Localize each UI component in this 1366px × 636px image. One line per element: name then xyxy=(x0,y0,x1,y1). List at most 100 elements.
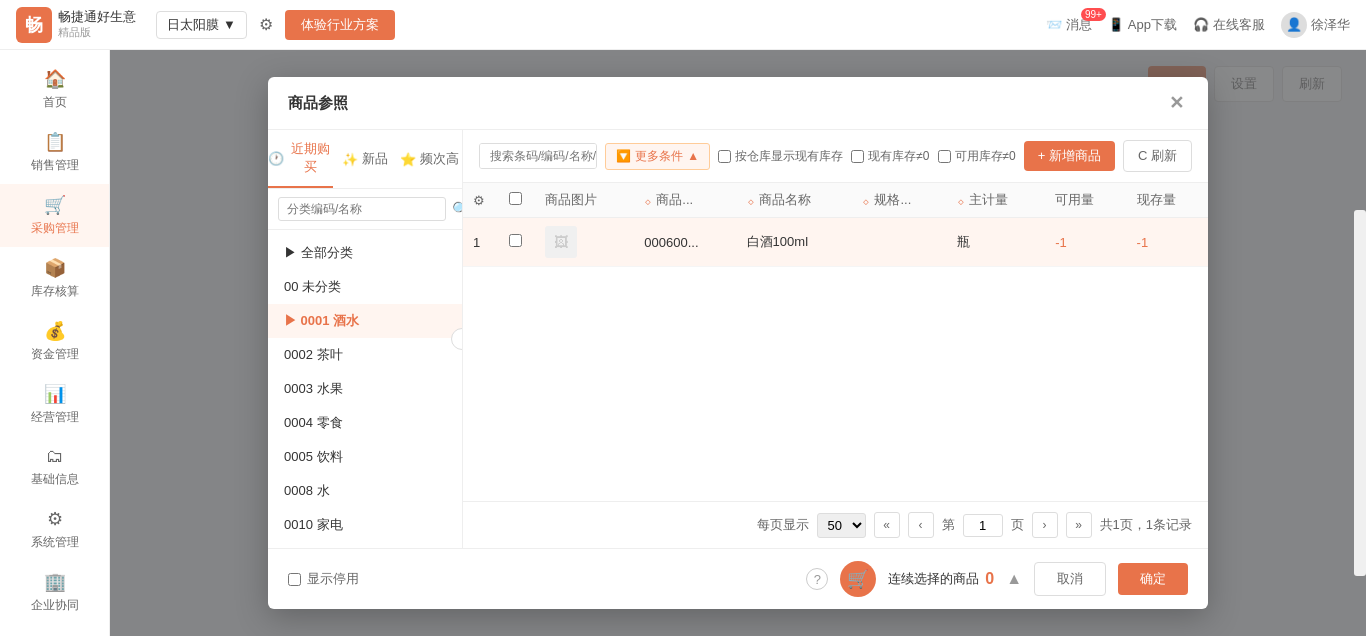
system-icon: ⚙ xyxy=(47,508,63,530)
logo-icon: 畅 xyxy=(16,7,52,43)
modal-header: 商品参照 ✕ xyxy=(268,77,1208,130)
category-search-input[interactable] xyxy=(278,197,446,221)
sidebar-item-inventory[interactable]: 📦 库存核算 xyxy=(0,247,109,310)
category-item-00[interactable]: 00 未分类 xyxy=(268,270,462,304)
modal-footer: 显示停用 ? 🛒 连续选择的商品 0 ▲ 取消 确定 xyxy=(268,548,1208,609)
nav-selector[interactable]: 日太阳膜 ▼ xyxy=(156,11,247,39)
table-row[interactable]: 1 🖼 xyxy=(463,218,1208,267)
sales-icon: 📋 xyxy=(44,131,66,153)
finance-icon: 💰 xyxy=(44,320,66,342)
product-search-input[interactable] xyxy=(480,144,597,168)
category-item-0010[interactable]: 0010 家电 xyxy=(268,508,462,542)
tab-frequent[interactable]: ⭐ 频次高 xyxy=(397,130,462,188)
th-code[interactable]: ⬦ 商品... xyxy=(634,183,736,218)
sidebar-item-basic[interactable]: 🗂 基础信息 xyxy=(0,436,109,498)
selected-count: 0 xyxy=(985,570,994,588)
cell-checkbox[interactable] xyxy=(499,218,535,267)
gear-icon[interactable]: ⚙ xyxy=(259,15,273,34)
last-page-btn[interactable]: » xyxy=(1066,512,1092,538)
msg-area[interactable]: 📨 消息 99+ xyxy=(1046,16,1092,34)
category-search-btn[interactable]: 🔍 xyxy=(452,201,463,217)
show-disabled-label[interactable]: 显示停用 xyxy=(288,570,359,588)
refresh-btn[interactable]: C 刷新 xyxy=(1123,140,1192,172)
checkbox-stock-nonzero-label[interactable]: 现有库存≠0 xyxy=(851,148,929,165)
category-item-all[interactable]: ▶ 全部分类 xyxy=(268,236,462,270)
category-item-0004[interactable]: 0004 零食 xyxy=(268,406,462,440)
filter-btn[interactable]: 🔽 更多条件 ▲ xyxy=(605,143,710,170)
cell-name: 白酒100ml xyxy=(737,218,853,267)
cell-index: 1 xyxy=(463,218,499,267)
cell-img: 🖼 xyxy=(535,218,634,267)
page-size-select[interactable]: 50 xyxy=(817,513,866,538)
checkbox-warehouse-label[interactable]: 按仓库显示现有库存 xyxy=(718,148,843,165)
cell-unit: 瓶 xyxy=(947,218,1045,267)
next-page-btn[interactable]: › xyxy=(1032,512,1058,538)
tab-recent[interactable]: 🕐 近期购买 xyxy=(268,130,333,188)
app-download[interactable]: 📱 App下载 xyxy=(1108,16,1177,34)
sort-icon-name: ⬦ xyxy=(747,193,755,208)
product-table: ⚙ 商品图片 xyxy=(463,183,1208,267)
experience-btn[interactable]: 体验行业方案 xyxy=(285,10,395,40)
sort-icon-unit: ⬦ xyxy=(957,193,965,208)
th-current-stock: 现存量 xyxy=(1127,183,1208,218)
main-layout: 🏠 首页 📋 销售管理 🛒 采购管理 📦 库存核算 💰 资金管理 📊 经营管理 … xyxy=(0,50,1366,636)
sidebar-item-purchase[interactable]: 🛒 采购管理 xyxy=(0,184,109,247)
select-all-checkbox[interactable] xyxy=(509,192,522,205)
sidebar-item-enterprise[interactable]: 🏢 企业协同 xyxy=(0,561,109,624)
sidebar-item-guide[interactable]: 📖 新手引导 xyxy=(0,624,109,636)
sort-icon-spec: ⬦ xyxy=(862,193,870,208)
th-unit[interactable]: ⬦ 主计量 xyxy=(947,183,1045,218)
sidebar-item-operations[interactable]: 📊 经营管理 xyxy=(0,373,109,436)
th-available: 可用量 xyxy=(1045,183,1126,218)
continuous-select-label: 连续选择的商品 0 xyxy=(888,570,994,588)
category-item-0008[interactable]: 0008 水 xyxy=(268,474,462,508)
sidebar-item-sales[interactable]: 📋 销售管理 xyxy=(0,121,109,184)
th-checkbox xyxy=(499,183,535,218)
filter-icon: 🔽 xyxy=(616,149,631,163)
product-reference-modal: 商品参照 ✕ 🕐 近期购买 ✨ xyxy=(268,77,1208,609)
confirm-btn[interactable]: 确定 xyxy=(1118,563,1188,595)
product-img: 🖼 xyxy=(545,226,577,258)
category-item-0001[interactable]: ▶ 0001 酒水 xyxy=(268,304,462,338)
sort-icon-code: ⬦ xyxy=(644,193,652,208)
checkbox-available-nonzero-label[interactable]: 可用库存≠0 xyxy=(938,148,1016,165)
purchase-icon: 🛒 xyxy=(44,194,66,216)
help-icon[interactable]: ? xyxy=(806,568,828,590)
page-input[interactable] xyxy=(963,514,1003,537)
show-disabled-checkbox[interactable] xyxy=(288,573,301,586)
footer-collapse-btn[interactable]: ▲ xyxy=(1006,570,1022,588)
user-area[interactable]: 👤 徐泽华 xyxy=(1281,12,1350,38)
prev-page-btn[interactable]: ‹ xyxy=(908,512,934,538)
page-total-info: 共1页，1条记录 xyxy=(1100,516,1192,534)
logo-area: 畅 畅捷通好生意 精品版 xyxy=(16,7,136,43)
modal-close-btn[interactable]: ✕ xyxy=(1164,91,1188,115)
add-product-btn[interactable]: + 新增商品 xyxy=(1024,141,1115,171)
sidebar-item-finance[interactable]: 💰 资金管理 xyxy=(0,310,109,373)
avatar: 👤 xyxy=(1281,12,1307,38)
category-item-0005[interactable]: 0005 饮料 xyxy=(268,440,462,474)
modal-title: 商品参照 xyxy=(288,94,348,113)
sidebar-item-home[interactable]: 🏠 首页 xyxy=(0,58,109,121)
top-nav: 畅 畅捷通好生意 精品版 日太阳膜 ▼ ⚙ 体验行业方案 📨 消息 99+ 📱 … xyxy=(0,0,1366,50)
cell-available: -1 xyxy=(1045,218,1126,267)
first-page-btn[interactable]: « xyxy=(874,512,900,538)
th-name[interactable]: ⬦ 商品名称 xyxy=(737,183,853,218)
th-spec[interactable]: ⬦ 规格... xyxy=(852,183,947,218)
checkbox-available-nonzero[interactable] xyxy=(938,150,951,163)
cancel-btn[interactable]: 取消 xyxy=(1034,562,1106,596)
row-checkbox[interactable] xyxy=(509,234,522,247)
checkbox-stock-nonzero[interactable] xyxy=(851,150,864,163)
checkbox-warehouse[interactable] xyxy=(718,150,731,163)
inventory-icon: 📦 xyxy=(44,257,66,279)
logo-text: 畅捷通好生意 xyxy=(58,9,136,26)
online-service[interactable]: 🎧 在线客服 xyxy=(1193,16,1265,34)
product-pagination: 每页显示 50 « ‹ 第 页 xyxy=(463,501,1208,548)
tab-new[interactable]: ✨ 新品 xyxy=(333,130,398,188)
category-tabs: 🕐 近期购买 ✨ 新品 ⭐ 频次高 xyxy=(268,130,462,189)
cell-spec xyxy=(852,218,947,267)
sidebar-item-system[interactable]: ⚙ 系统管理 xyxy=(0,498,109,561)
th-settings[interactable]: ⚙ xyxy=(463,183,499,218)
category-item-0002[interactable]: 0002 茶叶 xyxy=(268,338,462,372)
category-item-0003[interactable]: 0003 水果 xyxy=(268,372,462,406)
product-panel: 🔍 🔽 更多条件 ▲ 按仓库显示现有库存 xyxy=(463,130,1208,548)
